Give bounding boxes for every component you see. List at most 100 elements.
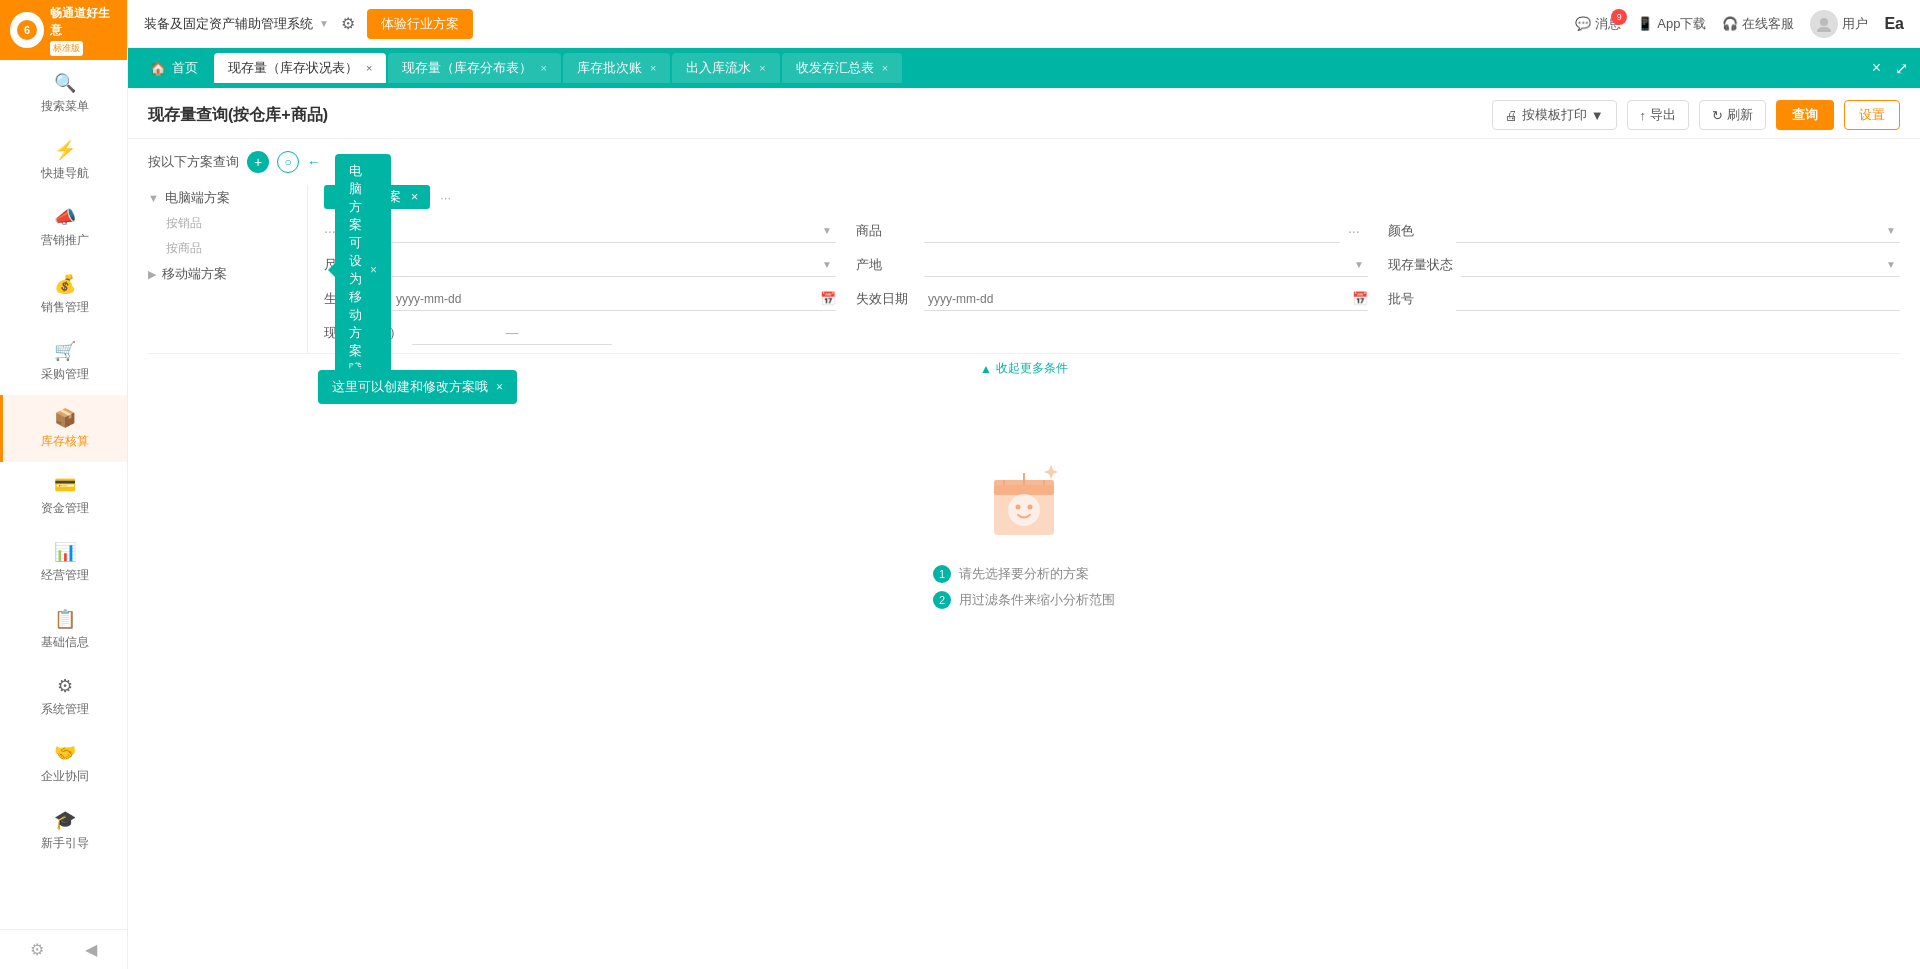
- svg-point-2: [1820, 18, 1828, 26]
- inventory-icon: 📦: [54, 407, 76, 429]
- sidebar-collapse-btn[interactable]: ◀: [85, 940, 97, 959]
- online-support-btn[interactable]: 🎧 在线客服: [1722, 15, 1794, 33]
- filter-more-dots: ···: [440, 190, 451, 205]
- settings-btn[interactable]: 设置: [1844, 100, 1900, 130]
- tab-inventory-status[interactable]: 现存量（库存状况表） ×: [214, 53, 386, 83]
- export-btn[interactable]: ↑ 导出: [1627, 100, 1690, 130]
- filter-edit-btn[interactable]: ○: [277, 151, 299, 173]
- message-icon: 💬: [1575, 16, 1591, 31]
- filter-produce-date: 生产日期 📅: [324, 287, 836, 311]
- tab-label: 库存批次账: [577, 59, 642, 77]
- topbar-settings-icon[interactable]: ⚙: [341, 14, 355, 33]
- industry-btn[interactable]: 体验行业方案: [367, 9, 473, 39]
- chevron-down-icon: ▼: [1591, 108, 1604, 123]
- filter-add-btn[interactable]: +: [247, 151, 269, 173]
- tab-close-icon[interactable]: ×: [540, 62, 546, 74]
- sidebar-item-guide[interactable]: 🎓 新手引导: [0, 797, 127, 864]
- scheme-tooltip-close-btn[interactable]: ×: [496, 380, 503, 394]
- tab-close-icon[interactable]: ×: [366, 62, 372, 74]
- sidebar-item-label: 库存核算: [41, 433, 89, 450]
- sidebar-item-system[interactable]: ⚙ 系统管理: [0, 663, 127, 730]
- sidebar-item-purchase[interactable]: 🛒 采购管理: [0, 328, 127, 395]
- goods-dots[interactable]: ···: [1348, 223, 1368, 239]
- svg-point-5: [1008, 494, 1040, 526]
- sidebar-settings-btn[interactable]: ⚙: [30, 940, 44, 959]
- tab-collect-summary[interactable]: 收发存汇总表 ×: [782, 53, 902, 83]
- warehouse-dropdown[interactable]: [352, 219, 836, 242]
- filter-area: 按以下方案查询 + ○ ← 电脑方案可设为移动方案哦 × ▼ 电脑端方案: [128, 139, 1920, 395]
- tab-close-icon[interactable]: ×: [882, 62, 888, 74]
- sidebar-item-label: 营销推广: [41, 232, 89, 249]
- color-dropdown[interactable]: [1456, 219, 1900, 242]
- sidebar-item-sales[interactable]: 💰 销售管理: [0, 261, 127, 328]
- empty-steps: 1 请先选择要分析的方案 2 用过滤条件来缩小分析范围: [933, 565, 1115, 609]
- sidebar-item-quick[interactable]: ⚡ 快捷导航: [0, 127, 127, 194]
- goods-label: 商品: [856, 222, 916, 240]
- color-label: 颜色: [1388, 222, 1448, 240]
- message-btn[interactable]: 💬 消息 9: [1575, 15, 1621, 33]
- size-dropdown[interactable]: [392, 253, 836, 276]
- stock-status-dropdown[interactable]: [1461, 253, 1900, 276]
- tab-in-out-flow[interactable]: 出入库流水 ×: [672, 53, 779, 83]
- batch-no-input[interactable]: [1456, 287, 1900, 311]
- sidebar-item-search[interactable]: 🔍 搜索菜单: [0, 60, 127, 127]
- sidebar-item-label: 资金管理: [41, 500, 89, 517]
- sidebar-nav: 🔍 搜索菜单 ⚡ 快捷导航 📣 营销推广 💰 销售管理 🛒 采购管理 📦 库存核…: [0, 60, 127, 929]
- sidebar-item-inventory[interactable]: 📦 库存核算: [0, 395, 127, 462]
- filter-arrow-btn[interactable]: ←: [307, 154, 321, 170]
- tab-close-all-icon[interactable]: ×: [1868, 55, 1885, 82]
- sidebar-item-label: 销售管理: [41, 299, 89, 316]
- user-btn[interactable]: 用户: [1810, 10, 1868, 38]
- sidebar-item-label: 快捷导航: [41, 165, 89, 182]
- page-header: 现存量查询(按仓库+商品) 🖨 按模板打印 ▼ ↑ 导出 ↻ 刷新 查询 设置: [128, 88, 1920, 139]
- tab-label: 现存量（库存分布表）: [402, 59, 532, 77]
- svg-point-6: [1016, 505, 1021, 510]
- sidebar-item-operation[interactable]: 📊 经营管理: [0, 529, 127, 596]
- page-actions: 🖨 按模板打印 ▼ ↑ 导出 ↻ 刷新 查询 设置: [1492, 100, 1900, 130]
- tree-item-mobile[interactable]: ▶ 移动端方案: [148, 261, 297, 287]
- tree-item-desktop[interactable]: ▼ 电脑端方案: [148, 185, 297, 211]
- query-btn[interactable]: 查询: [1776, 100, 1834, 130]
- sidebar-item-finance[interactable]: 💳 资金管理: [0, 462, 127, 529]
- print-icon: 🖨: [1505, 108, 1518, 123]
- sidebar-item-label: 企业协同: [41, 768, 89, 785]
- expire-date-calendar-icon[interactable]: 📅: [1352, 291, 1368, 306]
- tab-fullscreen-icon[interactable]: ⤢: [1891, 55, 1912, 82]
- tooltip-close-btn[interactable]: ×: [370, 263, 377, 277]
- goods-input[interactable]: [924, 219, 1340, 242]
- print-template-btn[interactable]: 🖨 按模板打印 ▼: [1492, 100, 1617, 130]
- active-scheme-row: 电脑端方案 × ···: [324, 185, 1900, 209]
- tree-item-by-sales[interactable]: 按销品: [166, 211, 297, 236]
- tab-close-icon[interactable]: ×: [650, 62, 656, 74]
- stock-status-select: ▼: [1461, 253, 1900, 277]
- message-badge: 9: [1611, 9, 1627, 25]
- refresh-btn[interactable]: ↻ 刷新: [1699, 100, 1766, 130]
- purchase-icon: 🛒: [54, 340, 76, 362]
- produce-date-input[interactable]: [392, 288, 820, 310]
- tab-close-icon[interactable]: ×: [759, 62, 765, 74]
- batch-no-label: 批号: [1388, 290, 1448, 308]
- sidebar-item-marketing[interactable]: 📣 营销推广: [0, 194, 127, 261]
- filter-row-4: 现存量（主） —: [324, 321, 1900, 353]
- produce-date-input-wrapper: 📅: [392, 288, 836, 311]
- quick-icon: ⚡: [54, 139, 76, 161]
- stock-main-max[interactable]: [523, 321, 613, 344]
- stock-main-min[interactable]: [412, 321, 502, 344]
- tooltip-text: 这里可以创建和修改方案哦: [332, 378, 488, 396]
- tree-item-by-goods[interactable]: 按商品: [166, 236, 297, 261]
- scheme-tag-close[interactable]: ×: [411, 189, 419, 204]
- app-download-btn[interactable]: 📱 App下载: [1637, 15, 1706, 33]
- tab-home[interactable]: 🏠 首页: [136, 53, 212, 83]
- system-icon: ⚙: [57, 675, 73, 697]
- filter-origin: 产地 ▼: [856, 253, 1368, 277]
- system-chevron-icon: ▼: [319, 18, 329, 29]
- tab-batch-ledger[interactable]: 库存批次账 ×: [563, 53, 670, 83]
- home-icon: 🏠: [150, 61, 166, 76]
- sidebar-item-basic[interactable]: 📋 基础信息: [0, 596, 127, 663]
- tab-inventory-dist[interactable]: 现存量（库存分布表） ×: [388, 53, 560, 83]
- produce-date-calendar-icon[interactable]: 📅: [820, 291, 836, 306]
- color-select: ▼: [1456, 219, 1900, 243]
- origin-dropdown[interactable]: [924, 253, 1368, 276]
- sidebar-item-cooperation[interactable]: 🤝 企业协同: [0, 730, 127, 797]
- expire-date-input[interactable]: [924, 288, 1352, 310]
